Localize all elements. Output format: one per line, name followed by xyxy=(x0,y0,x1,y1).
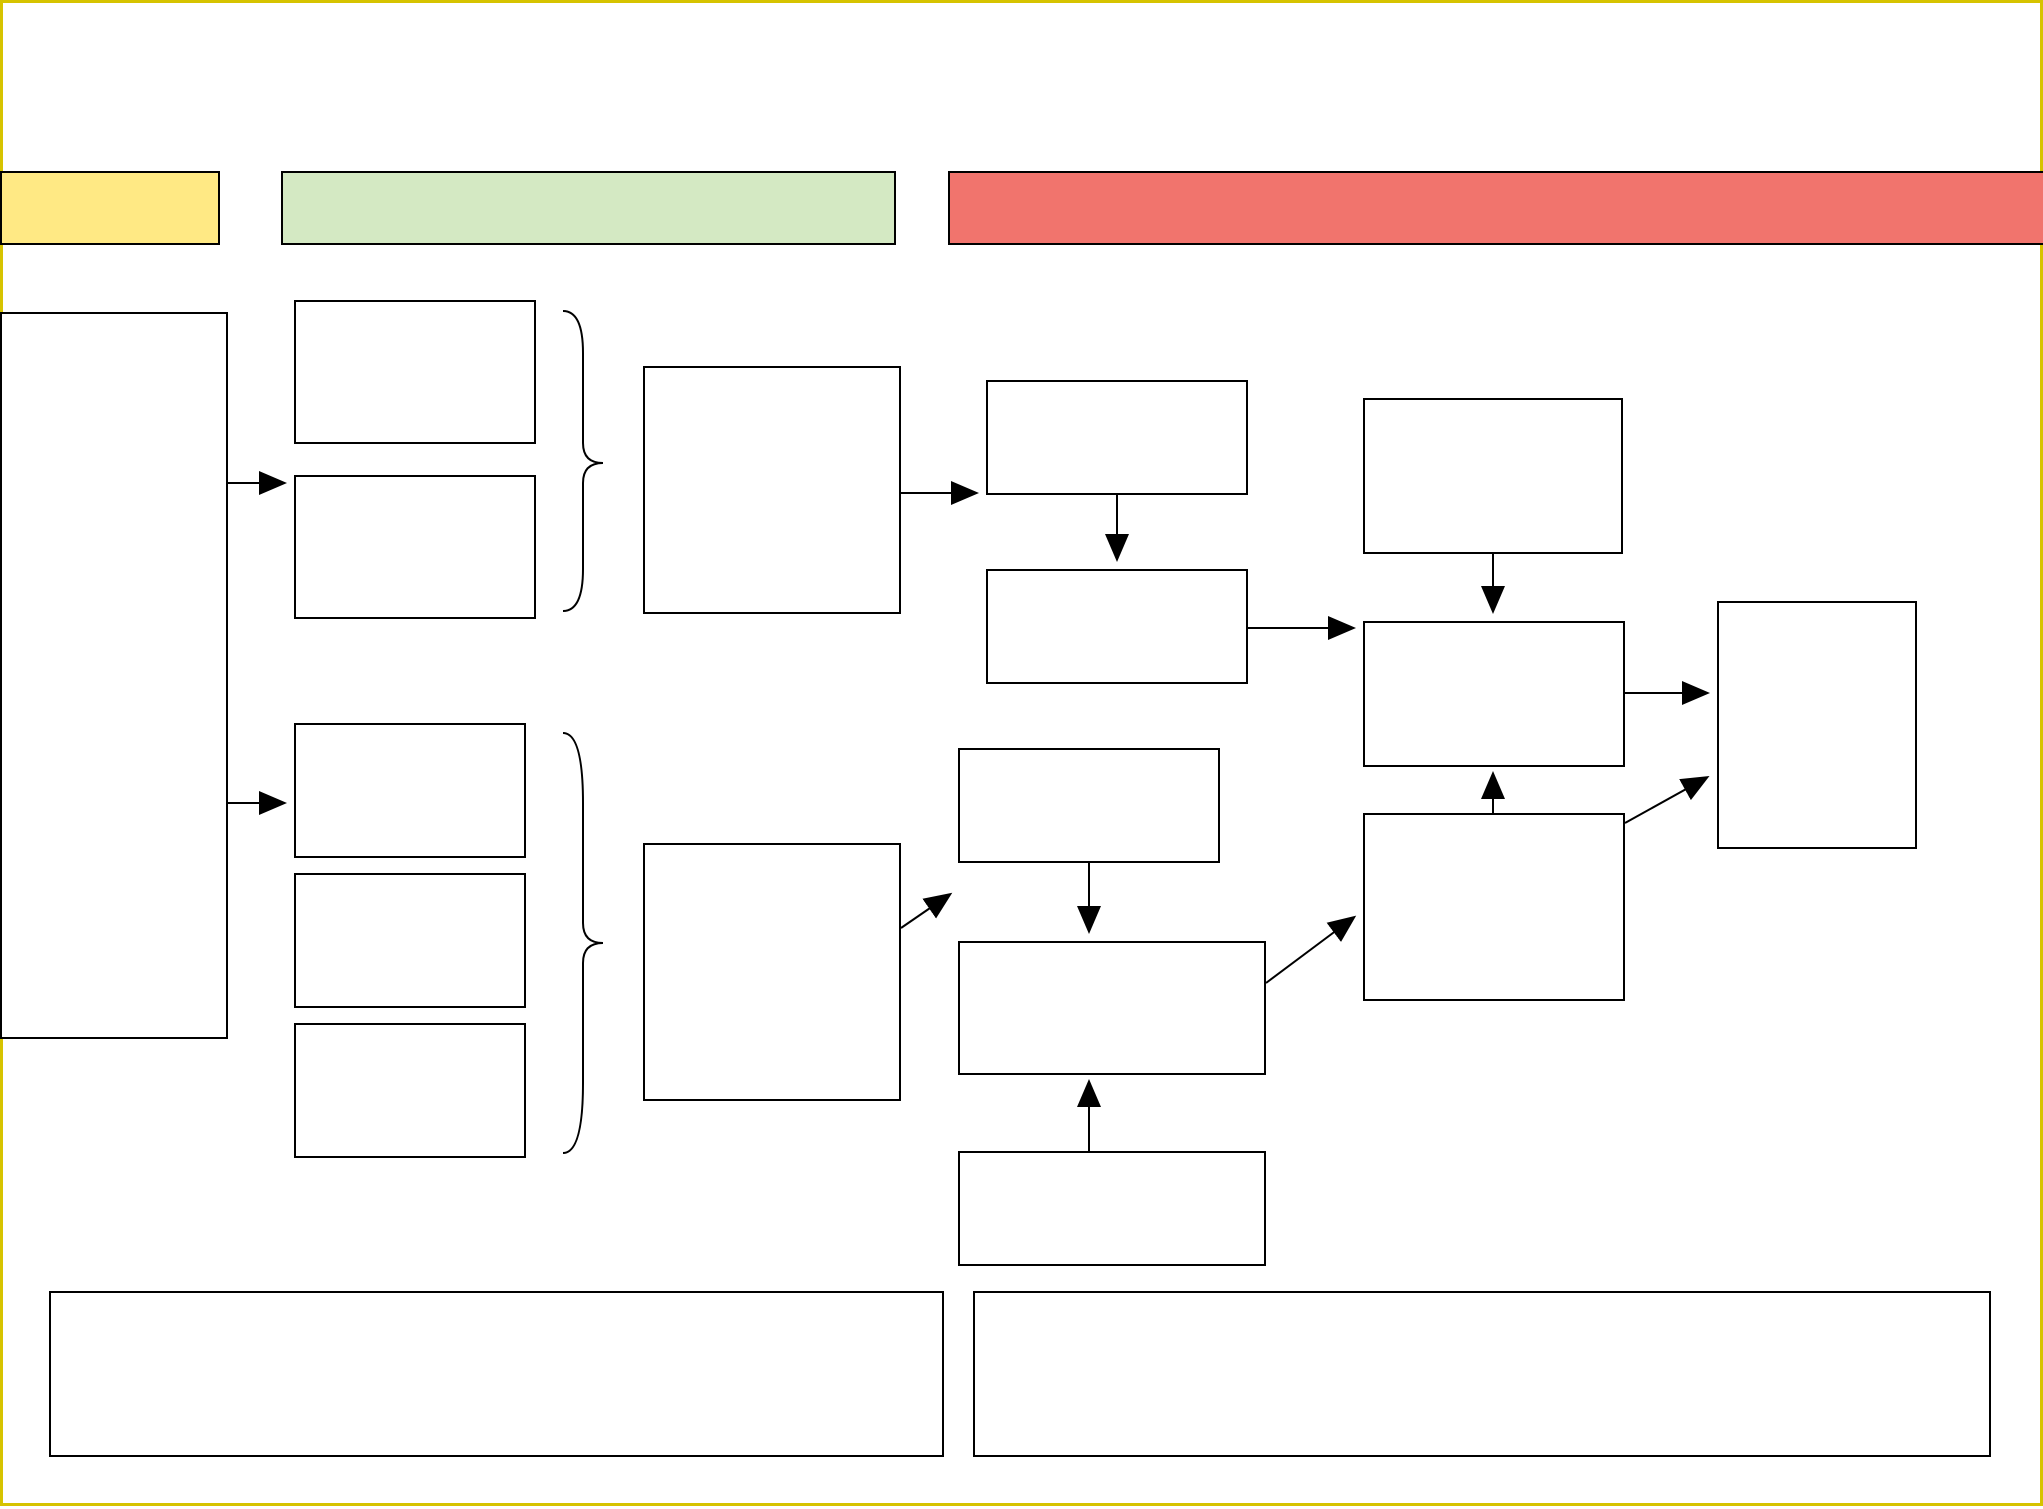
brace-top xyxy=(563,311,603,611)
diagram-frame xyxy=(0,0,2043,1506)
arrow xyxy=(1625,778,1706,823)
brace-bot xyxy=(563,733,603,1153)
connectors-layer xyxy=(3,3,2043,1509)
arrow xyxy=(1266,918,1353,983)
arrow xyxy=(901,895,949,928)
